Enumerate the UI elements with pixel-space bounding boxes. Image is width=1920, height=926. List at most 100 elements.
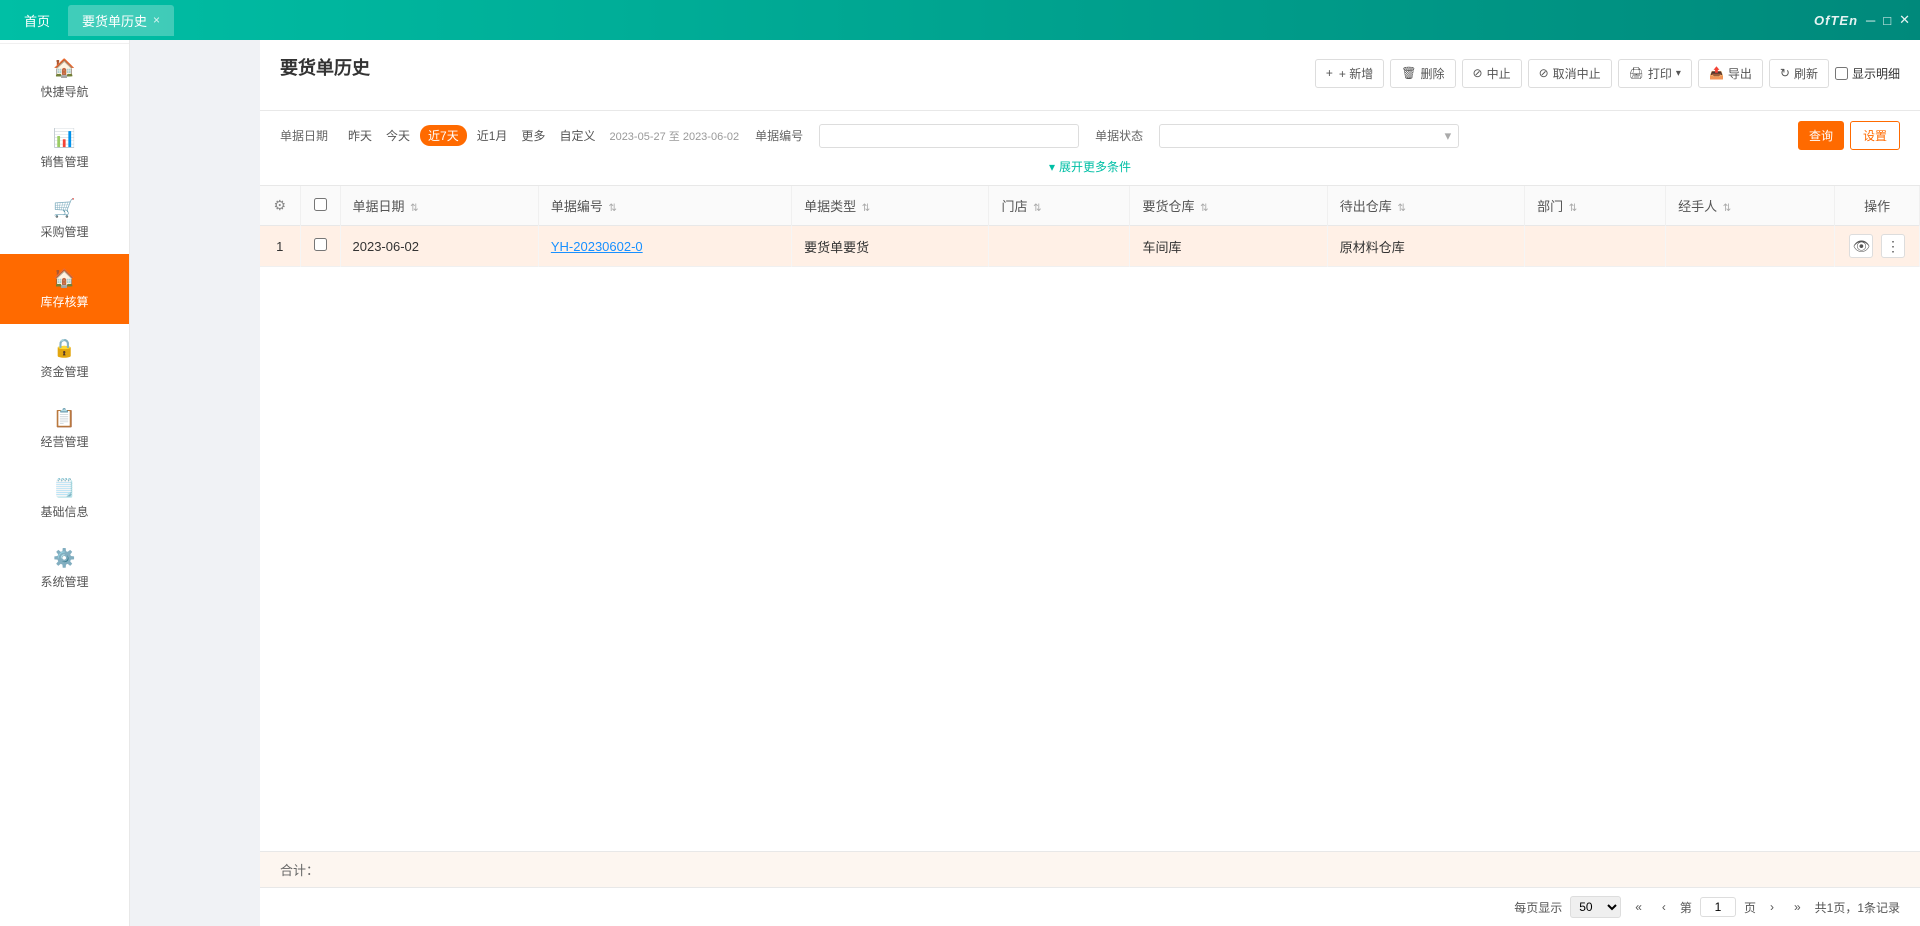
add-button[interactable]: + + 新增 <box>1315 59 1384 88</box>
sort-doctype-icon[interactable]: ⇅ <box>862 203 870 214</box>
th-req-warehouse: 要货仓库 ⇅ <box>1130 186 1327 226</box>
date-btn-yesterday[interactable]: 昨天 <box>344 125 376 146</box>
sidebar-item-basic[interactable]: 🗒️ 基础信息 <box>0 464 129 534</box>
toolbar-actions: + + 新增 🗑 删除 ⊘ 中止 ⊘ 取消中止 🖨 打印 <box>1315 59 1900 88</box>
sidebar-item-label: 销售管理 <box>40 153 88 170</box>
th-store-label: 门店 <box>1001 199 1027 214</box>
th-operation-label: 操作 <box>1864 199 1890 214</box>
sidebar-item-label: 经营管理 <box>40 433 88 450</box>
display-detail-checkbox[interactable] <box>1835 67 1848 80</box>
filter-row-1: 单据日期 昨天 今天 近7天 近1月 更多 自定义 2023-05-27 至 2… <box>280 121 1900 150</box>
cell-docno[interactable]: YH-20230602-0 <box>538 226 791 267</box>
delete-button[interactable]: 🗑 删除 <box>1390 59 1455 88</box>
finance-icon: 🔒 <box>53 338 75 359</box>
th-date-label: 单据日期 <box>353 199 405 214</box>
sort-department-icon[interactable]: ⇅ <box>1569 203 1577 214</box>
date-btn-7days[interactable]: 近7天 <box>420 125 467 146</box>
sidebar-item-system[interactable]: ⚙️ 系统管理 <box>0 534 129 604</box>
tab-requisition-history[interactable]: 要货单历史 × <box>68 5 174 36</box>
docno-link[interactable]: YH-20230602-0 <box>551 239 643 254</box>
operations-icon: 📋 <box>53 408 75 429</box>
cell-department <box>1525 226 1666 267</box>
docno-input[interactable] <box>819 124 1079 148</box>
sidebar-item-home[interactable]: 🏠 快捷导航 <box>0 44 129 114</box>
page-size-label: 每页显示 <box>1514 899 1562 916</box>
query-buttons: 查询 设置 <box>1798 121 1900 150</box>
th-pending-warehouse-label: 待出仓库 <box>1340 199 1392 214</box>
first-page-button[interactable]: « <box>1629 898 1648 916</box>
sort-req-warehouse-icon[interactable]: ⇅ <box>1200 203 1208 214</box>
data-table: ⚙ 单据日期 ⇅ 单据编号 ⇅ 单据类型 ⇅ <box>260 186 1920 267</box>
cell-handler <box>1666 226 1835 267</box>
row-view-button[interactable]: 👁 <box>1849 234 1873 258</box>
last-page-button[interactable]: » <box>1788 898 1807 916</box>
date-btn-1month[interactable]: 近1月 <box>473 125 512 146</box>
th-checkbox <box>300 186 340 226</box>
page-number-input[interactable] <box>1700 897 1736 917</box>
table-area: ⚙ 单据日期 ⇅ 单据编号 ⇅ 单据类型 ⇅ <box>260 186 1920 851</box>
sort-handler-icon[interactable]: ⇅ <box>1723 203 1731 214</box>
page-size-select[interactable]: 50 100 200 <box>1570 896 1621 918</box>
cell-doctype: 要货单要货 <box>792 226 989 267</box>
sort-date-icon[interactable]: ⇅ <box>410 203 418 214</box>
select-all-checkbox[interactable] <box>314 198 327 211</box>
th-store: 门店 ⇅ <box>989 186 1130 226</box>
window-minimize-button[interactable]: ─ <box>1866 13 1875 28</box>
query-button[interactable]: 查询 <box>1798 121 1844 150</box>
prev-page-button[interactable]: ‹ <box>1656 898 1672 916</box>
sort-docno-icon[interactable]: ⇅ <box>609 203 617 214</box>
page-header: 要货单历史 + + 新增 🗑 删除 ⊘ 中止 ⊘ 取消中止 <box>260 40 1920 111</box>
th-date: 单据日期 ⇅ <box>340 186 538 226</box>
sidebar-item-sales[interactable]: 📊 销售管理 <box>0 114 129 184</box>
th-doctype: 单据类型 ⇅ <box>792 186 989 226</box>
date-btn-custom[interactable]: 自定义 <box>555 125 599 146</box>
cancel-stop-button[interactable]: ⊘ 取消中止 <box>1528 59 1612 88</box>
window-restore-button[interactable]: □ <box>1883 13 1891 28</box>
status-label: 单据状态 <box>1095 127 1143 144</box>
tab-home-label: 首页 <box>24 11 50 30</box>
delete-icon: 🗑 <box>1401 66 1416 80</box>
sort-store-icon[interactable]: ⇅ <box>1033 203 1041 214</box>
th-department-label: 部门 <box>1537 199 1563 214</box>
tab-close-icon[interactable]: × <box>153 13 160 27</box>
window-close-button[interactable]: ✕ <box>1899 12 1910 28</box>
stop-button[interactable]: ⊘ 中止 <box>1462 59 1522 88</box>
table-header-row: ⚙ 单据日期 ⇅ 单据编号 ⇅ 单据类型 ⇅ <box>260 186 1920 226</box>
print-button[interactable]: 🖨 打印 ▾ <box>1618 59 1692 88</box>
date-range-display: 2023-05-27 至 2023-06-02 <box>609 128 739 144</box>
th-docno: 单据编号 ⇅ <box>538 186 791 226</box>
refresh-button[interactable]: ↻ 刷新 <box>1769 59 1829 88</box>
next-page-button[interactable]: › <box>1764 898 1780 916</box>
sort-pending-warehouse-icon[interactable]: ⇅ <box>1397 203 1405 214</box>
sidebar-item-label: 库存核算 <box>40 293 88 310</box>
row-checkbox[interactable] <box>314 238 327 251</box>
status-select[interactable] <box>1159 124 1459 148</box>
sidebar-item-finance[interactable]: 🔒 资金管理 <box>0 324 129 394</box>
date-btn-today[interactable]: 今天 <box>382 125 414 146</box>
export-button[interactable]: 📤 导出 <box>1698 59 1763 88</box>
th-department: 部门 ⇅ <box>1525 186 1666 226</box>
th-doctype-label: 单据类型 <box>804 199 856 214</box>
sidebar-item-operations[interactable]: 📋 经营管理 <box>0 394 129 464</box>
th-req-warehouse-label: 要货仓库 <box>1142 199 1194 214</box>
cell-checkbox[interactable] <box>300 226 340 267</box>
add-icon: + <box>1326 66 1333 80</box>
brand-label: OfTEn <box>1814 13 1858 28</box>
column-settings-icon[interactable]: ⚙ <box>273 197 286 213</box>
purchase-icon: 🛒 <box>53 198 75 219</box>
cell-operation: 👁 ⋮ <box>1835 226 1920 267</box>
settings-button[interactable]: 设置 <box>1850 121 1900 150</box>
date-btn-more[interactable]: 更多 <box>517 125 549 146</box>
expand-more-button[interactable]: ▾ 展开更多条件 <box>1049 158 1131 175</box>
stop-icon: ⊘ <box>1473 66 1483 80</box>
system-icon: ⚙️ <box>53 548 75 569</box>
tab-home[interactable]: 首页 <box>10 5 64 36</box>
sales-icon: 📊 <box>53 128 75 149</box>
th-settings: ⚙ <box>260 186 300 226</box>
sidebar-item-purchase[interactable]: 🛒 采购管理 <box>0 184 129 254</box>
th-operation: 操作 <box>1835 186 1920 226</box>
page-suffix: 页 <box>1744 899 1756 916</box>
row-more-button[interactable]: ⋮ <box>1881 234 1905 258</box>
sidebar-item-inventory[interactable]: 🏠 库存核算 <box>0 254 129 324</box>
display-detail-checkbox-wrap[interactable]: 显示明细 <box>1835 65 1900 82</box>
